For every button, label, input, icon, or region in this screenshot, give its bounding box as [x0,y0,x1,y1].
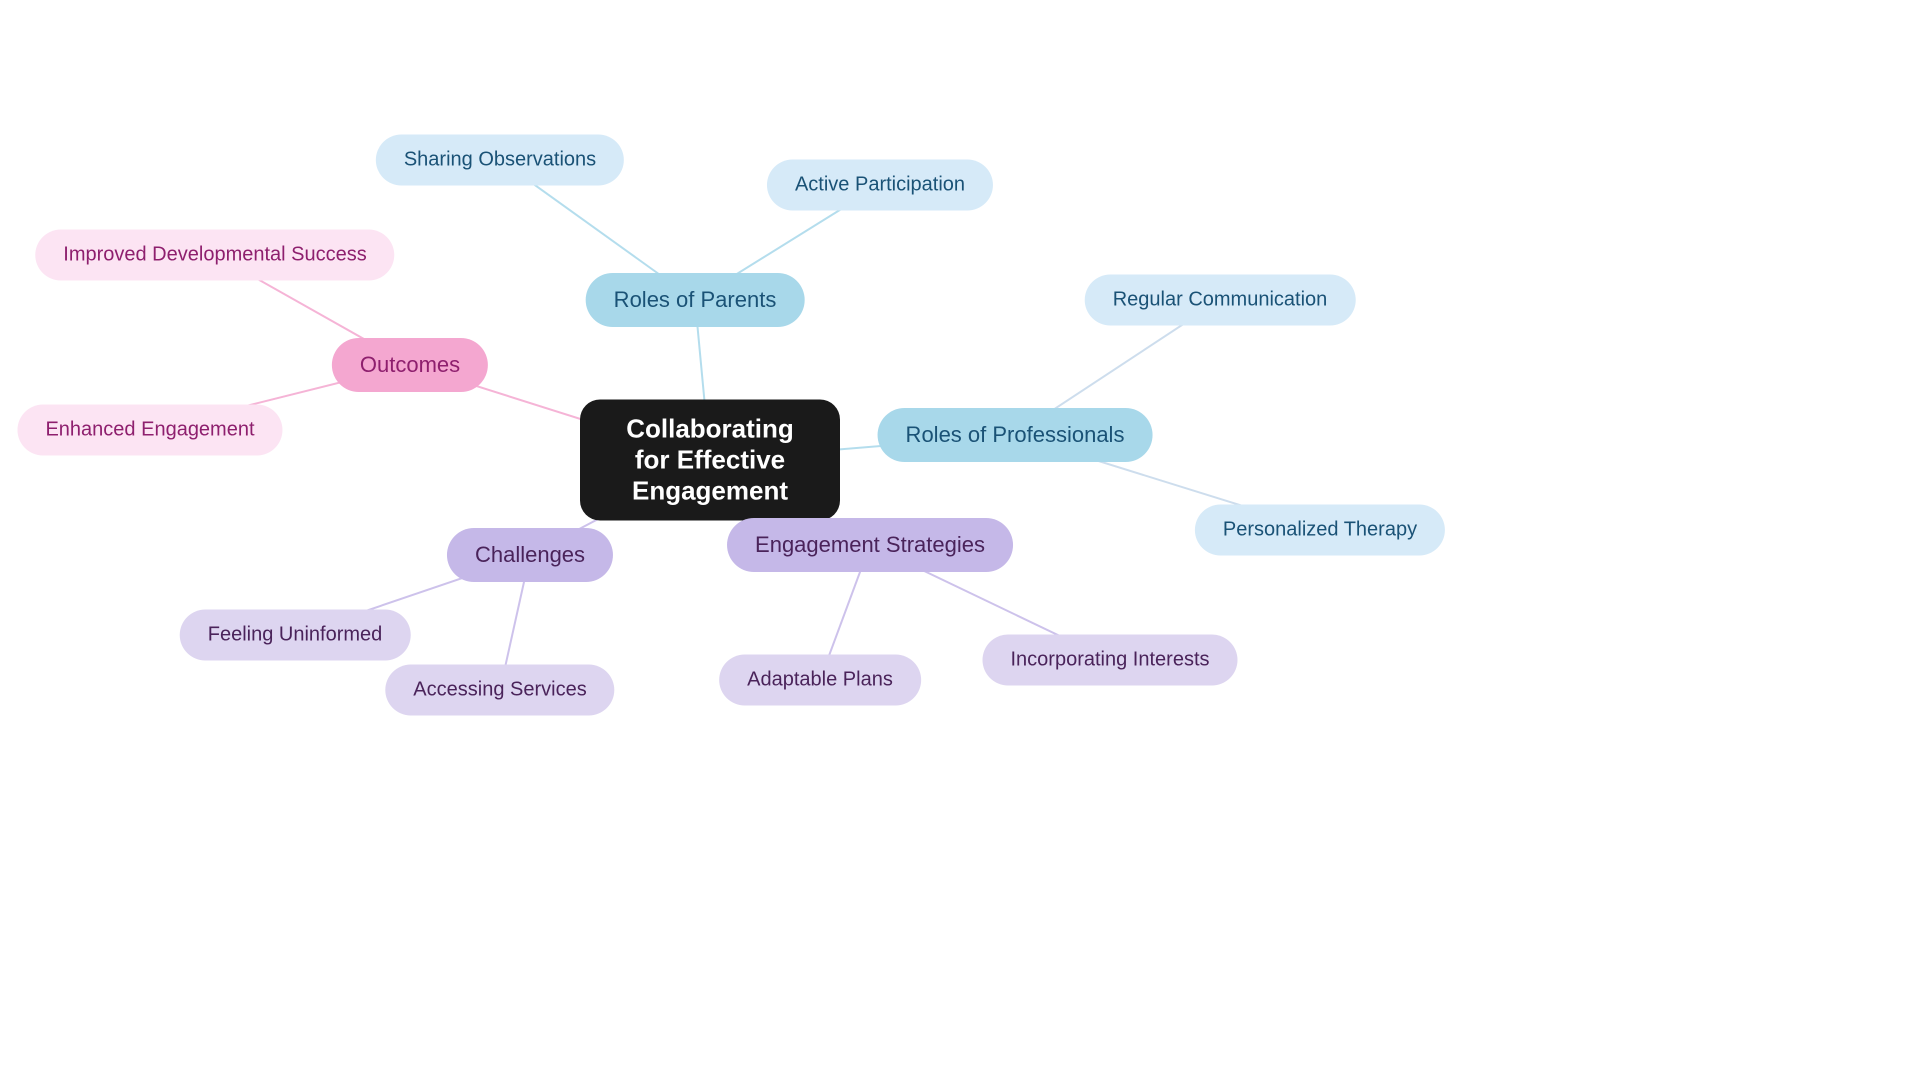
sharing-obs-node: Sharing Observations [376,135,624,186]
eng-strat-node: Engagement Strategies [727,518,1013,572]
roles-prof-node: Roles of Professionals [878,408,1153,462]
active-part-node: Active Participation [767,160,993,211]
center-node: Collaborating for Effective Engagement [580,400,840,521]
enh-eng-node: Enhanced Engagement [17,405,282,456]
imp-dev-node: Improved Developmental Success [35,230,394,281]
roles-parents-node: Roles of Parents [586,273,805,327]
acc-serv-node: Accessing Services [385,665,614,716]
reg-comm-node: Regular Communication [1085,275,1356,326]
challenges-node: Challenges [447,528,613,582]
outcomes-node: Outcomes [332,338,488,392]
feel-uninf-node: Feeling Uninformed [180,610,411,661]
adapt-plans-node: Adaptable Plans [719,655,921,706]
pers-therapy-node: Personalized Therapy [1195,505,1445,556]
mind-map: Collaborating for Effective Engagement Ro… [0,0,1920,1083]
inc-int-node: Incorporating Interests [983,635,1238,686]
